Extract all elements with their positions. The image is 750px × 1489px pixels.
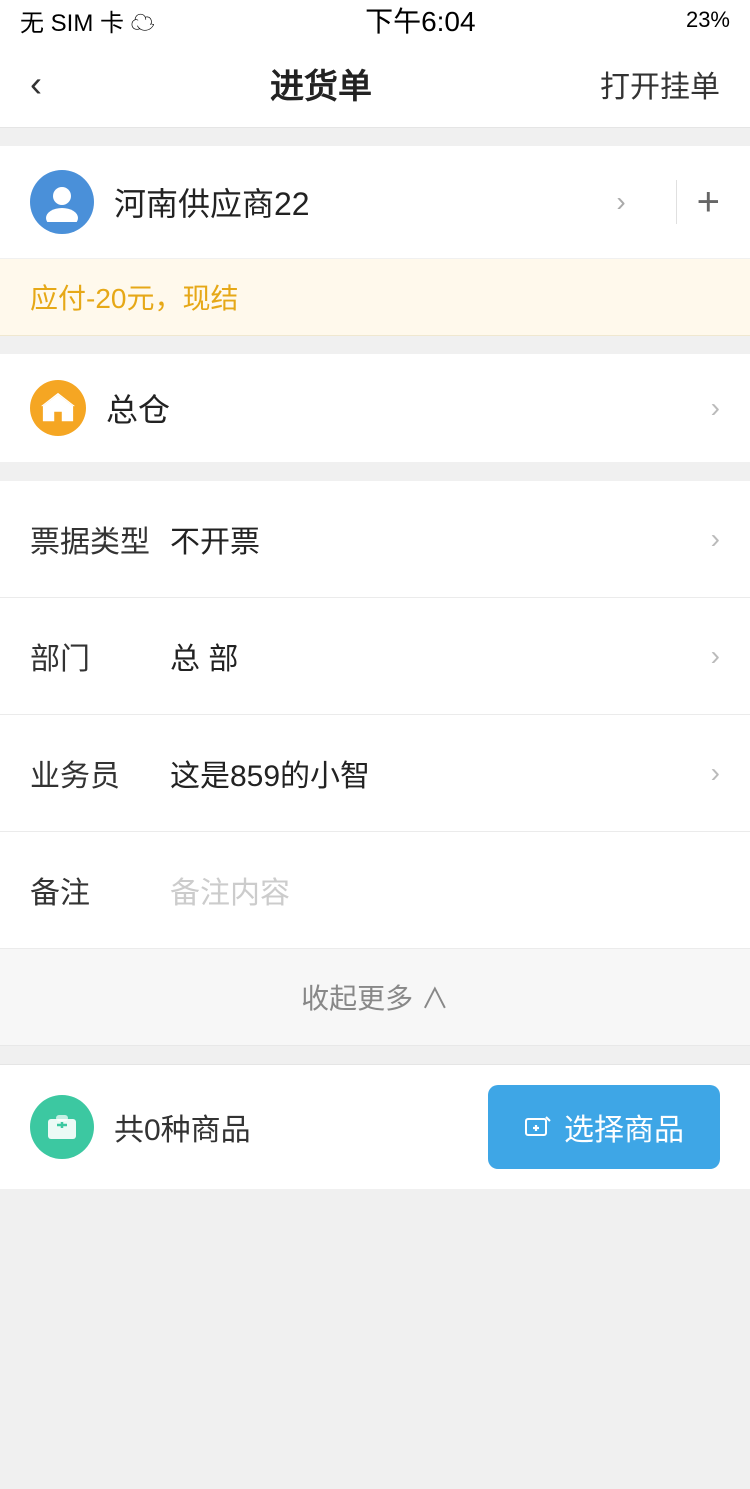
warehouse-section: 总仓 ›: [0, 354, 750, 463]
department-row[interactable]: 部门 总 部 ›: [0, 598, 750, 715]
remark-label: 备注: [30, 868, 170, 912]
supplier-name: 河南供应商22: [114, 179, 616, 225]
collapse-row[interactable]: 收起更多 ∧: [0, 949, 750, 1046]
warehouse-row[interactable]: 总仓 ›: [0, 354, 750, 463]
status-bar: 无 SIM 卡 ☁ 下午6:04 23%: [0, 0, 750, 40]
warehouse-name: 总仓: [106, 385, 711, 431]
invoice-type-row[interactable]: 票据类型 不开票 ›: [0, 481, 750, 598]
main-background: [0, 1189, 750, 1489]
select-product-label: 选择商品: [564, 1105, 684, 1149]
collapse-label: 收起更多 ∧: [301, 977, 449, 1017]
select-product-icon: [524, 1113, 552, 1141]
vertical-divider: [676, 180, 677, 224]
status-time: 下午6:04: [365, 0, 476, 40]
nav-bar: ‹ 进货单 打开挂单: [0, 40, 750, 128]
warning-banner: 应付-20元，现结: [0, 259, 750, 336]
warehouse-chevron-icon: ›: [711, 392, 720, 424]
product-icon: [30, 1095, 94, 1159]
supplier-row[interactable]: 河南供应商22 › +: [0, 146, 750, 259]
department-chevron-icon: ›: [711, 640, 720, 672]
salesperson-value: 这是859的小智: [170, 751, 711, 795]
section-divider-1: [0, 128, 750, 146]
page-title: 进货单: [270, 59, 372, 108]
salesperson-row[interactable]: 业务员 这是859的小智 ›: [0, 715, 750, 832]
home-icon: [41, 391, 75, 425]
invoice-type-label: 票据类型: [30, 517, 170, 561]
supplier-avatar: [30, 170, 94, 234]
open-pending-button[interactable]: 打开挂单: [600, 62, 720, 106]
invoice-type-chevron-icon: ›: [711, 523, 720, 555]
supplier-chevron-icon: ›: [616, 186, 625, 218]
person-icon: [42, 182, 82, 222]
form-section: 票据类型 不开票 › 部门 总 部 › 业务员 这是859的小智 › 备注 备注…: [0, 481, 750, 1046]
back-button[interactable]: ‹: [30, 63, 42, 105]
salesperson-label: 业务员: [30, 751, 170, 795]
product-count-label: 共0种商品: [114, 1105, 488, 1149]
add-supplier-button[interactable]: +: [697, 180, 720, 225]
section-divider-4: [0, 1046, 750, 1064]
department-label: 部门: [30, 634, 170, 678]
section-divider-2: [0, 336, 750, 354]
status-left: 无 SIM 卡 ☁: [20, 3, 155, 38]
remark-row[interactable]: 备注 备注内容: [0, 832, 750, 949]
bottom-bar: 共0种商品 选择商品: [0, 1064, 750, 1189]
department-value: 总 部: [170, 634, 711, 678]
select-product-button[interactable]: 选择商品: [488, 1085, 720, 1169]
warehouse-icon: [30, 380, 86, 436]
cart-icon: [44, 1109, 80, 1145]
salesperson-chevron-icon: ›: [711, 757, 720, 789]
section-divider-3: [0, 463, 750, 481]
supplier-section: 河南供应商22 › + 应付-20元，现结: [0, 146, 750, 336]
signal-label: 无 SIM 卡 ☁: [20, 3, 155, 38]
status-right: 23%: [686, 7, 730, 33]
invoice-type-value: 不开票: [170, 517, 711, 561]
battery-label: 23%: [686, 7, 730, 33]
remark-input[interactable]: 备注内容: [170, 868, 720, 912]
